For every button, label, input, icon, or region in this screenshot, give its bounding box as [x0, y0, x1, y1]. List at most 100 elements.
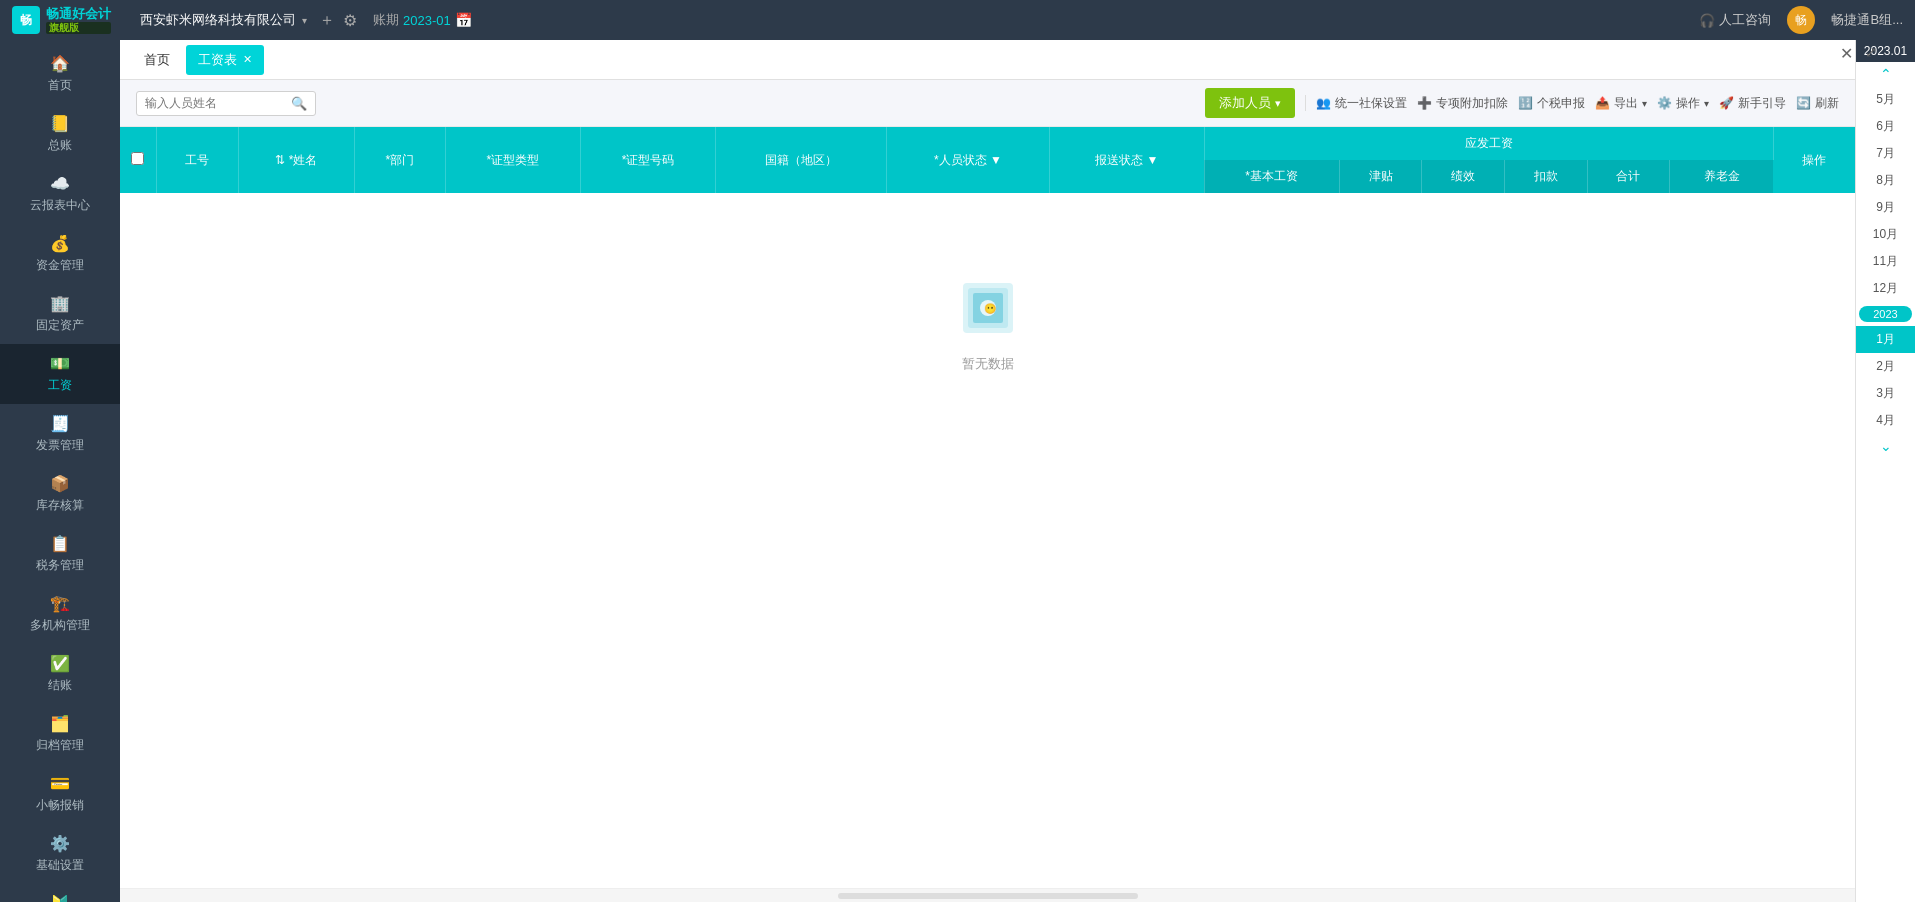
special-deduction-btn[interactable]: ➕ 专项附加扣除	[1417, 95, 1508, 112]
month-10[interactable]: 10月	[1856, 221, 1915, 248]
op-dropdown-icon: ▾	[1704, 98, 1709, 109]
search-wrap: 🔍	[136, 91, 316, 116]
sidebar-item-guide[interactable]: 🔰 新手引导	[0, 884, 120, 902]
salary-table: 工号 ⇅ *姓名 *部门 *证型类型 *证型号码	[120, 127, 1855, 453]
empty-state: 😶 暂无数据	[120, 193, 1855, 453]
tax-icon: 📋	[50, 534, 70, 553]
op-icon: ⚙️	[1657, 96, 1672, 110]
export-icon: 📤	[1595, 96, 1610, 110]
sidebar-item-inventory[interactable]: 📦 库存核算	[0, 464, 120, 524]
sidebar-item-settings[interactable]: ⚙️ 基础设置	[0, 824, 120, 884]
social-icon: 👥	[1316, 96, 1331, 110]
select-all-checkbox[interactable]	[131, 152, 144, 165]
edition-badge: 旗舰版	[46, 22, 111, 34]
th-operations: 操作	[1773, 127, 1855, 193]
salary-icon: 💵	[50, 354, 70, 373]
month-11[interactable]: 11月	[1856, 248, 1915, 275]
month-9[interactable]: 9月	[1856, 194, 1915, 221]
invoice-icon: 🧾	[50, 414, 70, 433]
rp-down-arrow[interactable]: ⌄	[1856, 434, 1915, 458]
rp-up-arrow[interactable]: ⌃	[1856, 62, 1915, 86]
th-checkbox[interactable]	[120, 127, 156, 193]
org-icon: 🏗️	[50, 594, 70, 613]
horizontal-scrollbar[interactable]	[838, 893, 1138, 899]
month-4[interactable]: 4月	[1856, 407, 1915, 434]
sidebar-item-salary[interactable]: 💵 工资	[0, 344, 120, 404]
content-area: 首页 工资表 ✕ 🔍 添加人员 ▾ 👥 统一社保设置	[120, 40, 1855, 902]
month-2[interactable]: 2月	[1856, 353, 1915, 380]
deduction-icon: ➕	[1417, 96, 1432, 110]
guide-icon2: 🚀	[1719, 96, 1734, 110]
export-label: 导出	[1614, 95, 1638, 112]
sidebar-item-ledger[interactable]: 📒 总账	[0, 104, 120, 164]
sidebar-item-multi-org[interactable]: 🏗️ 多机构管理	[0, 584, 120, 644]
search-icon: 🔍	[291, 96, 307, 111]
operations-btn[interactable]: ⚙️ 操作 ▾	[1657, 95, 1709, 112]
toolbar: 🔍 添加人员 ▾ 👥 统一社保设置 ➕ 专项附加扣除 🔢 个	[120, 80, 1855, 127]
sidebar-item-invoice[interactable]: 🧾 发票管理	[0, 404, 120, 464]
search-input[interactable]	[145, 96, 285, 110]
sidebar-label-funds: 资金管理	[36, 257, 84, 274]
tax-icon2: 🔢	[1518, 96, 1533, 110]
month-8[interactable]: 8月	[1856, 167, 1915, 194]
refresh-label: 刷新	[1815, 95, 1839, 112]
month-12[interactable]: 12月	[1856, 275, 1915, 302]
refresh-btn[interactable]: 🔄 刷新	[1796, 95, 1839, 112]
calendar-icon[interactable]: 📅	[455, 12, 472, 28]
month-1[interactable]: 1月	[1856, 326, 1915, 353]
empty-icon: 😶	[948, 273, 1028, 343]
refresh-icon: 🔄	[1796, 96, 1811, 110]
sidebar-item-home[interactable]: 🏠 首页	[0, 44, 120, 104]
settings-button[interactable]: ⚙	[343, 11, 357, 30]
month-3[interactable]: 3月	[1856, 380, 1915, 407]
sidebar-item-fixed-assets[interactable]: 🏢 固定资产	[0, 284, 120, 344]
add-person-button[interactable]: 添加人员 ▾	[1205, 88, 1295, 118]
sidebar-item-archive[interactable]: 🗂️ 归档管理	[0, 704, 120, 764]
sidebar-item-tax[interactable]: 📋 税务管理	[0, 524, 120, 584]
period-label: 账期	[373, 11, 399, 29]
sidebar-item-cloud-report[interactable]: ☁️ 云报表中心	[0, 164, 120, 224]
th-report-status: 报送状态 ▼	[1050, 127, 1205, 193]
tax-label: 个税申报	[1537, 95, 1585, 112]
sidebar-label-assets: 固定资产	[36, 317, 84, 334]
tab-home[interactable]: 首页	[132, 51, 182, 69]
month-7[interactable]: 7月	[1856, 140, 1915, 167]
tab-close-icon[interactable]: ✕	[243, 53, 252, 66]
inventory-icon: 📦	[50, 474, 70, 493]
sort-icon-name[interactable]: ⇅	[275, 153, 285, 167]
export-dropdown-icon: ▾	[1642, 98, 1647, 109]
sidebar-item-expense[interactable]: 💳 小畅报销	[0, 764, 120, 824]
th-pension: 养老金	[1670, 160, 1774, 193]
tax-declare-btn[interactable]: 🔢 个税申报	[1518, 95, 1585, 112]
rp-close-button[interactable]: ✕	[1840, 44, 1853, 63]
th-payroll-group: 应发工资	[1204, 127, 1773, 160]
add-person-label: 添加人员	[1219, 94, 1271, 112]
right-panel: 2023.01 ⌃ 5月 6月 7月 8月 9月 10月 11月 12月 202…	[1855, 40, 1915, 902]
sidebar-label-expense: 小畅报销	[36, 797, 84, 814]
export-btn[interactable]: 📤 导出 ▾	[1595, 95, 1647, 112]
service-button[interactable]: 🎧 人工咨询	[1699, 11, 1771, 29]
tab-salary-label: 工资表	[198, 51, 237, 69]
social-insurance-btn[interactable]: 👥 统一社保设置	[1316, 95, 1407, 112]
cloud-icon: ☁️	[50, 174, 70, 193]
sidebar-item-funds[interactable]: 💰 资金管理	[0, 224, 120, 284]
social-label: 统一社保设置	[1335, 95, 1407, 112]
sidebar-item-close-accounts[interactable]: ✅ 结账	[0, 644, 120, 704]
table-container: 工号 ⇅ *姓名 *部门 *证型类型 *证型号码	[120, 127, 1855, 888]
month-6[interactable]: 6月	[1856, 113, 1915, 140]
filter-icon-report[interactable]: ▼	[1147, 153, 1159, 167]
company-selector[interactable]: 西安虾米网络科技有限公司 ▾	[140, 11, 307, 29]
company-dropdown-icon[interactable]: ▾	[302, 15, 307, 26]
tab-salary-table[interactable]: 工资表 ✕	[186, 45, 264, 75]
sidebar-label-archive: 归档管理	[36, 737, 84, 754]
sidebar-label-salary: 工资	[48, 377, 72, 394]
filter-icon-status[interactable]: ▼	[990, 153, 1002, 167]
scrollbar-area[interactable]	[120, 888, 1855, 902]
toolbar-right: 添加人员 ▾ 👥 统一社保设置 ➕ 专项附加扣除 🔢 个税申报 📤	[1205, 88, 1839, 118]
add-company-button[interactable]: ＋	[319, 10, 335, 31]
rp-expand-button[interactable]: ⤢	[1865, 44, 1877, 60]
op-label: 操作	[1676, 95, 1700, 112]
guide-btn[interactable]: 🚀 新手引导	[1719, 95, 1786, 112]
month-5[interactable]: 5月	[1856, 86, 1915, 113]
add-person-dropdown-icon: ▾	[1275, 97, 1281, 110]
